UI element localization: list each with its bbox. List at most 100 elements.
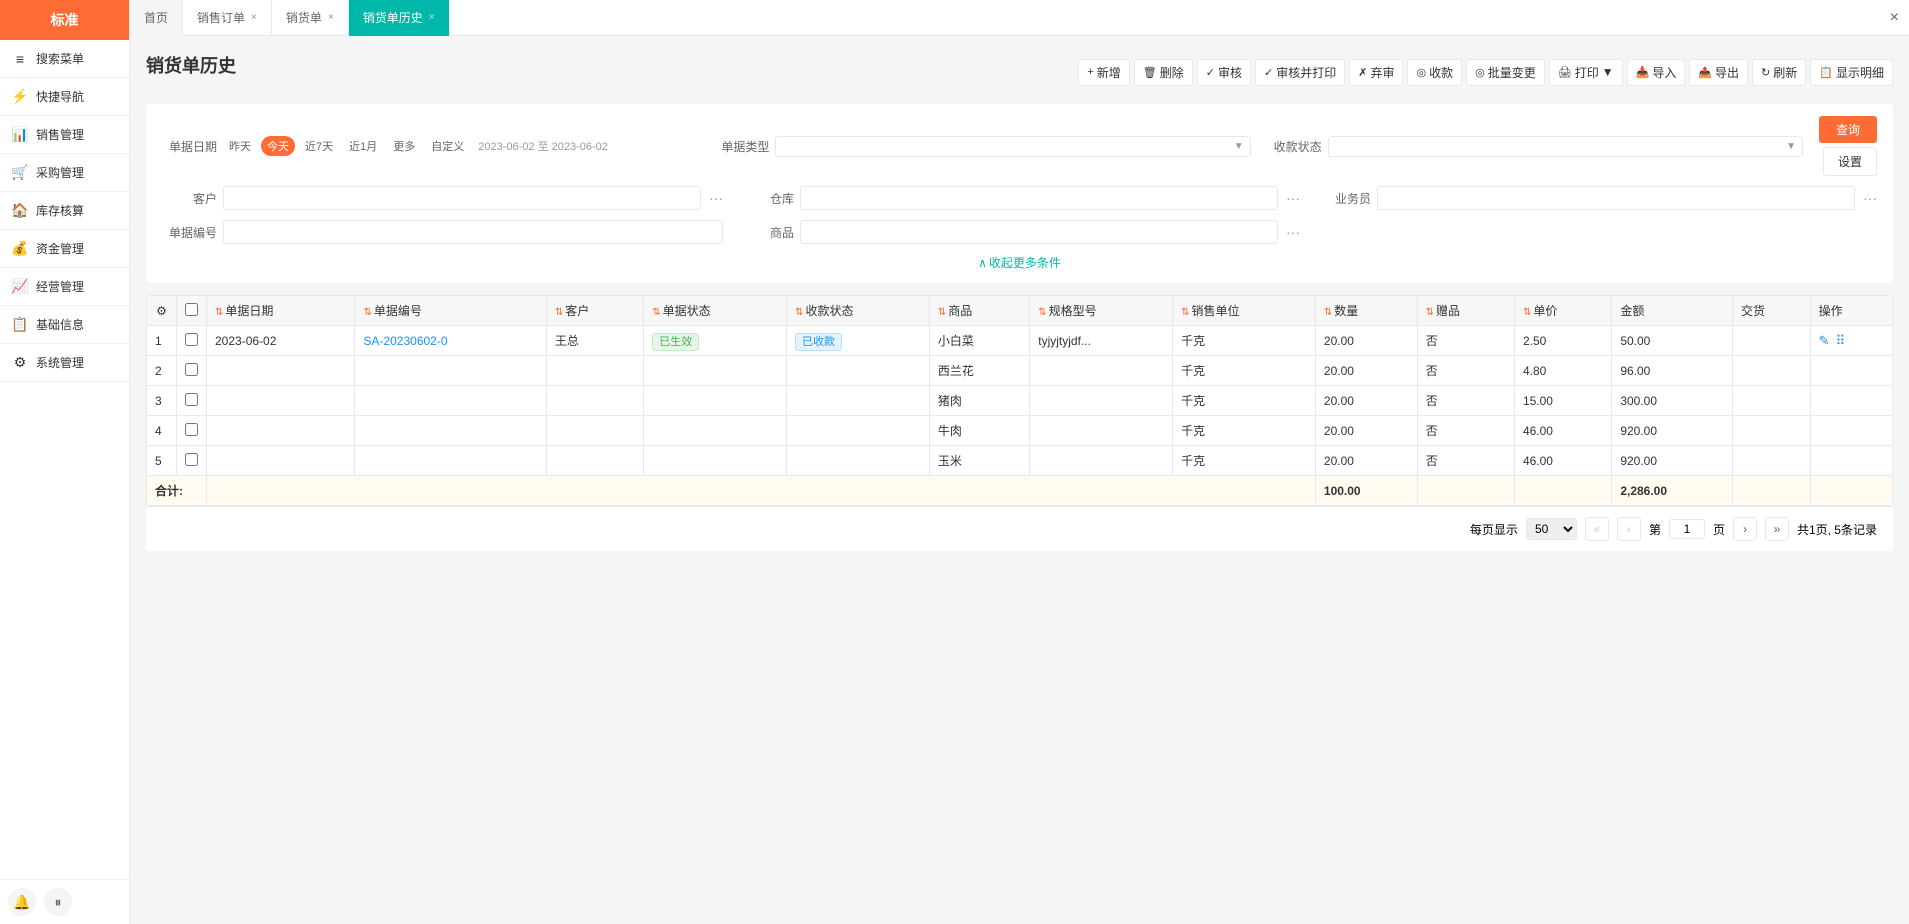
tab-home[interactable]: 首页 [130,0,183,36]
row-qty: 20.00 [1315,356,1417,386]
refresh-button[interactable]: ↻ 刷新 [1752,59,1806,86]
col-paymentstatus-header[interactable]: ⇅收款状态 [787,296,930,326]
import-button[interactable]: 📥 导入 [1627,59,1686,86]
new-icon: + [1087,66,1093,78]
more-icon[interactable]: ⠿ [1836,333,1846,349]
salesperson-dots[interactable]: ··· [1863,190,1877,206]
query-button[interactable]: 查询 [1819,116,1877,143]
row-checkbox[interactable] [185,423,198,436]
goods-input[interactable] [800,220,1278,244]
tab-sales-order[interactable]: 销售订单 × [183,0,272,36]
collect-button[interactable]: ◎ 收款 [1407,59,1462,86]
collapse-icon: ∧ [978,256,987,270]
audit-button[interactable]: ✓ 审核 [1197,59,1251,86]
collapse-button[interactable]: ∧ 收起更多条件 [162,254,1877,271]
col-customer-header[interactable]: ⇅客户 [546,296,643,326]
order-no-link[interactable]: SA-20230602-0 [363,334,447,348]
row-checkbox[interactable] [185,333,198,346]
row-price: 15.00 [1514,386,1611,416]
finance-mgmt-icon: 💰 [12,241,28,257]
select-all-checkbox[interactable] [185,303,198,316]
col-date-header[interactable]: ⇅单据日期 [207,296,355,326]
col-unit-header[interactable]: ⇅销售单位 [1173,296,1316,326]
pause-btn[interactable]: ⏸ [44,888,72,916]
salesperson-input[interactable] [1377,186,1855,210]
col-gift-header[interactable]: ⇅赠品 [1417,296,1514,326]
row-goods: 猪肉 [929,386,1029,416]
date-tag-1month[interactable]: 近1月 [343,136,383,156]
date-range-text: 2023-06-02 至 2023-06-02 [478,138,608,154]
batch-change-button[interactable]: ◎ 批量变更 [1466,59,1545,86]
row-checkbox[interactable] [185,453,198,466]
date-tag-yesterday[interactable]: 昨天 [223,136,257,156]
sidebar-item-quick-nav[interactable]: ⚡ 快捷导航 [0,78,129,116]
first-page-btn[interactable]: « [1585,517,1609,541]
order-no-input[interactable] [223,220,723,244]
date-tag-more[interactable]: 更多 [387,136,421,156]
col-goods-header[interactable]: ⇅商品 [929,296,1029,326]
sidebar-item-operations-mgmt[interactable]: 📈 经营管理 [0,268,129,306]
filter-actions: 查询 设置 [1819,116,1877,176]
delete-button[interactable]: 🗑 删除 [1134,59,1193,86]
sidebar-item-search-menu-label: 搜索菜单 [36,50,84,67]
warehouse-dots[interactable]: ··· [1286,190,1300,206]
prev-page-btn[interactable]: ‹ [1617,517,1641,541]
order-no-label: 单据编号 [162,224,217,241]
goods-dots[interactable]: ··· [1286,224,1300,240]
customer-input[interactable] [223,186,701,210]
show-detail-button[interactable]: 📋 显示明细 [1810,59,1893,86]
sidebar-item-search-menu[interactable]: ≡ 搜索菜单 [0,40,129,78]
abandon-button[interactable]: ✗ 弃审 [1349,59,1403,86]
col-orderstatus-header[interactable]: ⇅单据状态 [644,296,787,326]
export-button[interactable]: 📤 导出 [1689,59,1748,86]
main-area: 首页 销售订单 × 销货单 × 销货单历史 × × 销货单历史 + 新增 [130,0,1909,924]
payment-status-badge: 已收款 [795,333,842,351]
col-orderstatus-label: 单据状态 [663,304,711,318]
sidebar-item-finance-mgmt[interactable]: 💰 资金管理 [0,230,129,268]
date-filter-label: 单据日期 [162,138,217,155]
filter-type: 单据类型 ▼ [714,136,1250,157]
col-orderno-header[interactable]: ⇅单据编号 [355,296,546,326]
tab-sales-order-close[interactable]: × [251,12,257,23]
tab-sales-goods[interactable]: 销货单 × [272,0,349,36]
tab-sales-goods-close[interactable]: × [328,12,334,23]
page-number-input[interactable] [1669,519,1705,539]
customer-dots[interactable]: ··· [709,190,723,206]
row-checkbox[interactable] [185,363,198,376]
window-close-btn[interactable]: × [1890,9,1899,27]
table-wrapper: ⚙ ⇅单据日期 ⇅单据编号 ⇅客户 ⇅单据状态 ⇅收款状态 ⇅商品 ⇅规格型号 … [146,295,1893,506]
last-page-btn[interactable]: » [1765,517,1789,541]
print-button[interactable]: 🖨 打印 ▼ [1549,59,1623,86]
col-settings-header[interactable]: ⚙ [147,296,177,326]
sidebar-item-purchase-mgmt[interactable]: 🛒 采购管理 [0,154,129,192]
payment-status-select[interactable]: ▼ [1328,136,1803,157]
row-payment-status [787,416,930,446]
row-unit: 千克 [1173,326,1316,356]
date-tag-7days[interactable]: 近7天 [299,136,339,156]
audit-print-button[interactable]: ✓ 审核并打印 [1255,59,1345,86]
tab-sales-history-close[interactable]: × [429,12,435,23]
show-detail-icon: 📋 [1819,66,1833,79]
date-tag-custom[interactable]: 自定义 [425,136,470,156]
type-select[interactable]: ▼ [775,136,1250,157]
col-spec-header[interactable]: ⇅规格型号 [1030,296,1173,326]
sidebar-item-inventory[interactable]: 🏠 库存核算 [0,192,129,230]
edit-icon[interactable]: ✎ [1819,333,1830,349]
title-toolbar: 销货单历史 + 新增 🗑 删除 ✓ 审核 ✓ 审核并打印 [146,52,1893,92]
date-tag-today[interactable]: 今天 [261,136,295,156]
page-size-select[interactable]: 50 20 100 [1526,518,1577,540]
notification-btn[interactable]: 🔔 [8,888,36,916]
row-index: 2 [147,356,177,386]
col-unit-label: 销售单位 [1191,304,1239,318]
sidebar-item-basic-info[interactable]: 📋 基础信息 [0,306,129,344]
new-button[interactable]: + 新增 [1078,59,1129,86]
set-button[interactable]: 设置 [1823,147,1877,176]
sidebar-item-sales-mgmt[interactable]: 📊 销售管理 [0,116,129,154]
col-qty-header[interactable]: ⇅数量 [1315,296,1417,326]
next-page-btn[interactable]: › [1733,517,1757,541]
row-checkbox[interactable] [185,393,198,406]
tab-sales-history[interactable]: 销货单历史 × [349,0,450,36]
warehouse-input[interactable] [800,186,1278,210]
sidebar-item-system-mgmt[interactable]: ⚙ 系统管理 [0,344,129,382]
col-price-header[interactable]: ⇅单价 [1514,296,1611,326]
